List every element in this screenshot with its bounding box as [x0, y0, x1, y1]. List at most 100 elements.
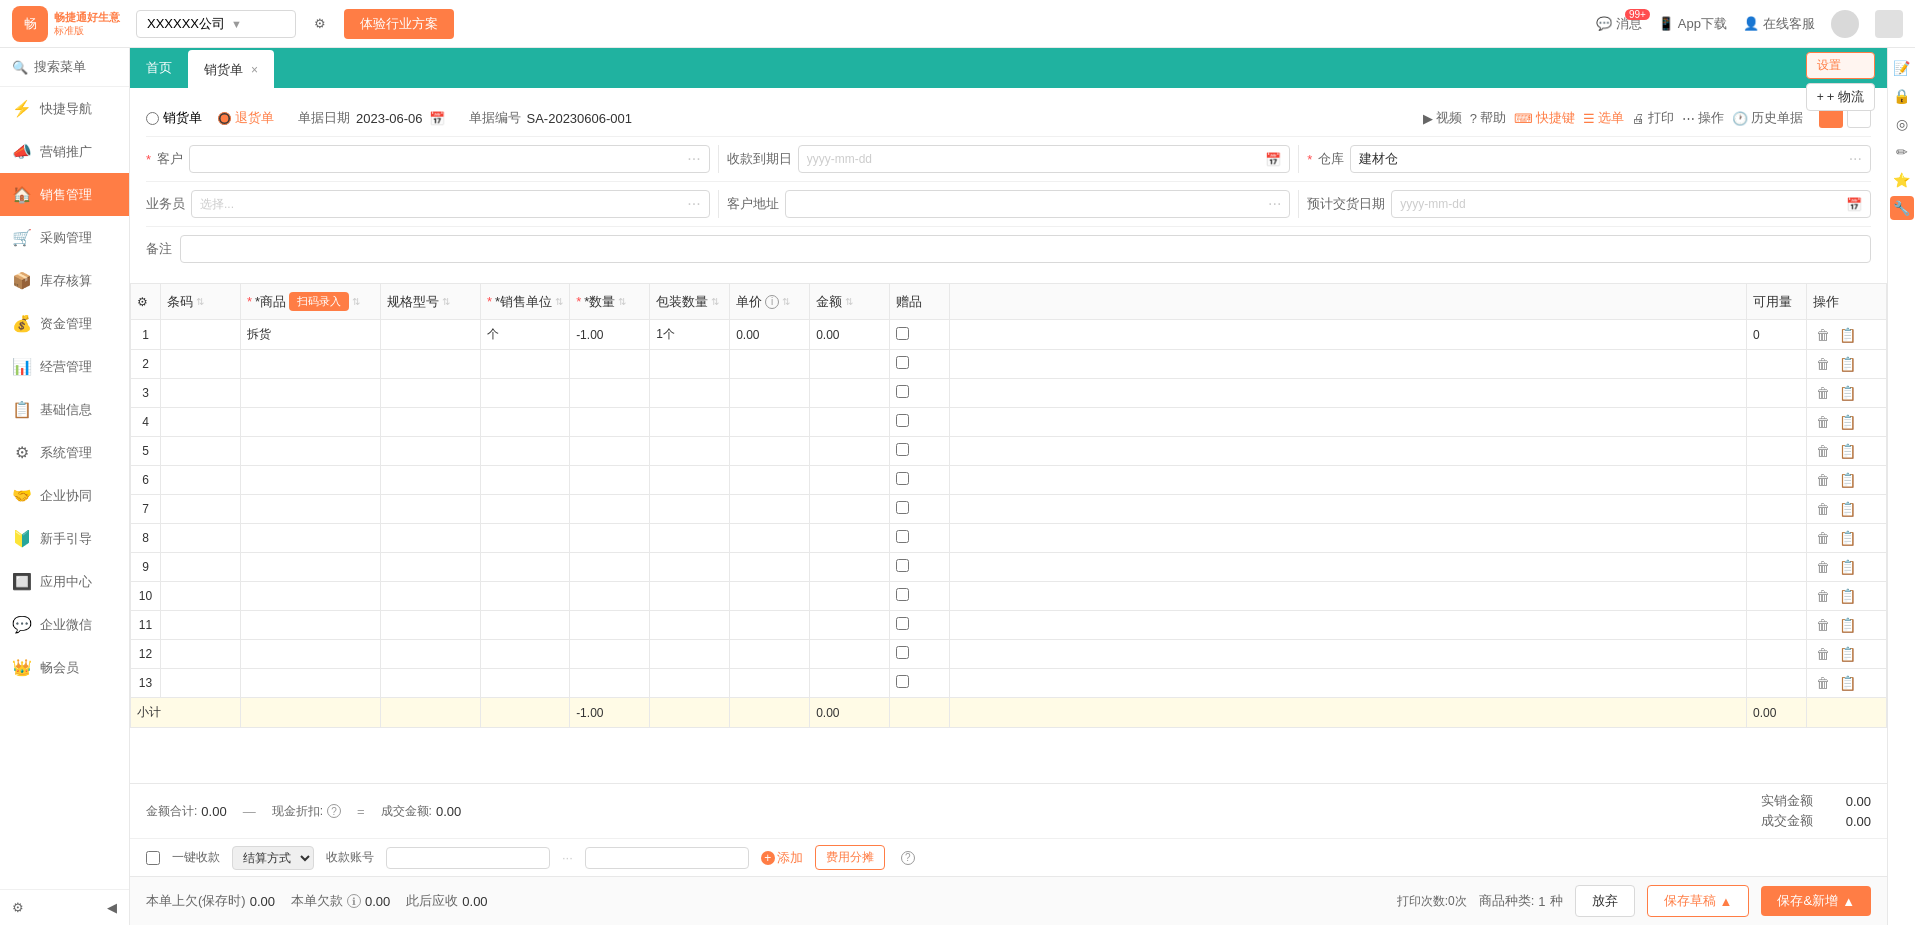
- cell-gift[interactable]: [890, 582, 950, 611]
- cell-barcode[interactable]: [161, 408, 241, 437]
- cell-spec[interactable]: [381, 611, 481, 640]
- tab-sales-order[interactable]: 销货单 ×: [188, 50, 274, 90]
- trial-button[interactable]: 体验行业方案: [344, 9, 454, 39]
- cell-gift[interactable]: [890, 495, 950, 524]
- cell-qty[interactable]: [570, 350, 650, 379]
- cell-price[interactable]: [730, 408, 810, 437]
- delete-icon[interactable]: 🗑: [1816, 501, 1830, 517]
- ops-link[interactable]: ⋯ 操作: [1682, 109, 1724, 127]
- cell-pkg[interactable]: [650, 350, 730, 379]
- cell-pkg[interactable]: [650, 611, 730, 640]
- service-btn[interactable]: 👤 在线客服: [1743, 15, 1815, 33]
- cell-amount[interactable]: [810, 495, 890, 524]
- sidebar-item-marketing[interactable]: 📣 营销推广: [0, 130, 129, 173]
- cell-unit[interactable]: 个: [481, 320, 570, 350]
- print-link[interactable]: 🖨 打印: [1632, 109, 1674, 127]
- cell-amount[interactable]: [810, 640, 890, 669]
- cell-product[interactable]: [241, 640, 381, 669]
- copy-icon[interactable]: 📋: [1839, 588, 1856, 604]
- delete-icon[interactable]: 🗑: [1816, 617, 1830, 633]
- cell-barcode[interactable]: [161, 553, 241, 582]
- cell-spec[interactable]: [381, 437, 481, 466]
- cell-spec[interactable]: [381, 669, 481, 698]
- cell-price[interactable]: [730, 437, 810, 466]
- cell-unit[interactable]: [481, 611, 570, 640]
- video-link[interactable]: ▶ 视频: [1423, 109, 1462, 127]
- sidebar-item-operations[interactable]: 📊 经营管理: [0, 345, 129, 388]
- cell-spec[interactable]: [381, 379, 481, 408]
- cell-product[interactable]: [241, 437, 381, 466]
- cell-price[interactable]: [730, 553, 810, 582]
- cell-unit[interactable]: [481, 669, 570, 698]
- cell-spec[interactable]: [381, 640, 481, 669]
- warehouse-dots-icon[interactable]: ···: [1849, 150, 1862, 168]
- scan-btn[interactable]: 扫码录入: [289, 292, 349, 311]
- cell-spec[interactable]: [381, 553, 481, 582]
- cell-unit[interactable]: [481, 524, 570, 553]
- discount-info-icon[interactable]: ?: [327, 804, 341, 818]
- cell-gift[interactable]: [890, 524, 950, 553]
- expense-btn[interactable]: 费用分摊: [815, 845, 885, 870]
- cell-price[interactable]: [730, 350, 810, 379]
- copy-icon[interactable]: 📋: [1839, 617, 1856, 633]
- company-selector[interactable]: XXXXXX公司 ▼: [136, 10, 296, 38]
- cell-barcode[interactable]: [161, 437, 241, 466]
- sidebar-item-quick-nav[interactable]: ⚡ 快捷导航: [0, 87, 129, 130]
- cell-amount[interactable]: [810, 379, 890, 408]
- radio-sale[interactable]: 销货单: [146, 109, 202, 127]
- cell-amount[interactable]: [810, 669, 890, 698]
- customer-dots-icon[interactable]: ···: [687, 150, 700, 168]
- copy-icon[interactable]: 📋: [1839, 675, 1856, 691]
- copy-icon[interactable]: 📋: [1839, 530, 1856, 546]
- sidebar-item-wechat[interactable]: 💬 企业微信: [0, 603, 129, 646]
- delete-icon[interactable]: 🗑: [1816, 356, 1830, 372]
- cell-pkg[interactable]: [650, 669, 730, 698]
- cell-spec[interactable]: [381, 320, 481, 350]
- cell-amount[interactable]: [810, 553, 890, 582]
- cell-gift[interactable]: [890, 669, 950, 698]
- cell-pkg[interactable]: [650, 582, 730, 611]
- save-draft-button[interactable]: 保存草稿 ▲: [1647, 885, 1750, 917]
- cell-product[interactable]: 拆货: [241, 320, 381, 350]
- cell-amount[interactable]: [810, 437, 890, 466]
- cell-barcode[interactable]: [161, 379, 241, 408]
- sidebar-item-enterprise[interactable]: 🤝 企业协同: [0, 474, 129, 517]
- cell-barcode[interactable]: [161, 350, 241, 379]
- cell-product[interactable]: [241, 611, 381, 640]
- cell-gift[interactable]: [890, 320, 950, 350]
- date-calendar-icon[interactable]: 📅: [429, 111, 445, 126]
- cell-amount[interactable]: [810, 466, 890, 495]
- expense-help-icon[interactable]: ?: [901, 851, 915, 865]
- sidebar-collapse-icon[interactable]: ◀: [107, 900, 117, 915]
- customer-input[interactable]: ···: [189, 145, 710, 173]
- sidebar-item-inventory[interactable]: 📦 库存核算: [0, 259, 129, 302]
- cell-barcode[interactable]: [161, 466, 241, 495]
- delete-icon[interactable]: 🗑: [1816, 443, 1830, 459]
- sidebar-search[interactable]: 🔍 搜索菜单: [0, 48, 129, 87]
- sidebar-item-apps[interactable]: 🔲 应用中心: [0, 560, 129, 603]
- cell-pkg[interactable]: [650, 524, 730, 553]
- sidebar-item-sales[interactable]: 🏠 销售管理: [0, 173, 129, 216]
- copy-icon[interactable]: 📋: [1839, 559, 1856, 575]
- rp-icon-1[interactable]: 📝: [1890, 56, 1914, 80]
- warehouse-input[interactable]: 建材仓 ···: [1350, 145, 1871, 173]
- user-menu-btn[interactable]: [1875, 10, 1903, 38]
- cell-product[interactable]: [241, 379, 381, 408]
- view-grid-btn[interactable]: [1847, 108, 1871, 128]
- cell-product[interactable]: [241, 350, 381, 379]
- cell-gift[interactable]: [890, 350, 950, 379]
- cell-unit[interactable]: [481, 466, 570, 495]
- cell-spec[interactable]: [381, 350, 481, 379]
- discard-button[interactable]: 放弃: [1575, 885, 1635, 917]
- cell-amount[interactable]: 0.00: [810, 320, 890, 350]
- cell-product[interactable]: [241, 466, 381, 495]
- account-input[interactable]: [386, 847, 550, 869]
- cell-gift[interactable]: [890, 640, 950, 669]
- cell-pkg[interactable]: [650, 379, 730, 408]
- cell-price[interactable]: [730, 379, 810, 408]
- cell-barcode[interactable]: [161, 320, 241, 350]
- cell-spec[interactable]: [381, 466, 481, 495]
- salesman-dots-icon[interactable]: ···: [687, 195, 700, 213]
- cell-gift[interactable]: [890, 553, 950, 582]
- cell-gift[interactable]: [890, 379, 950, 408]
